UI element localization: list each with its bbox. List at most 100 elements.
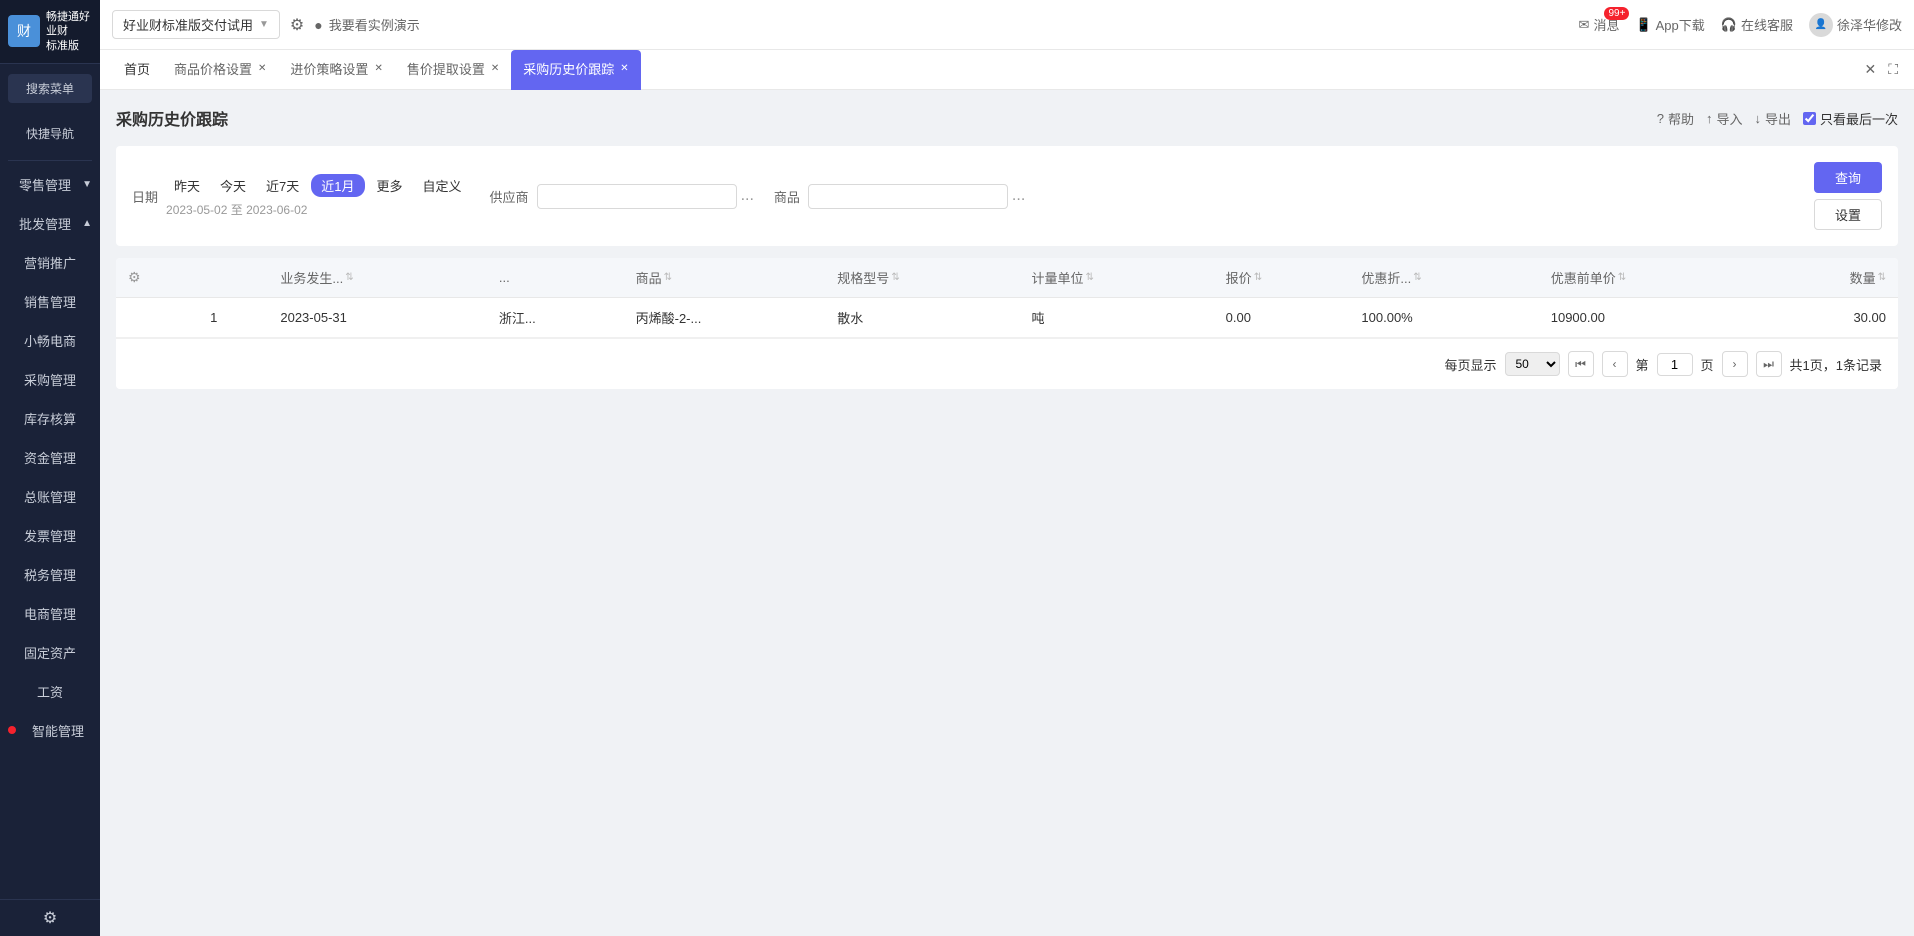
sidebar-item-ledger[interactable]: 总账管理	[0, 477, 100, 516]
app-logo-text: 畅捷通好业财 标准版	[46, 10, 92, 53]
prev-page-button[interactable]: ‹	[1602, 351, 1628, 377]
version-selector-label: 好业财标准版交付试用	[123, 15, 253, 34]
date-yesterday-btn[interactable]: 昨天	[166, 174, 208, 197]
user-menu[interactable]: 👤 徐泽华修改	[1809, 13, 1902, 37]
sort-unit-icon: ⇅	[1086, 272, 1094, 283]
next-page-button[interactable]: ›	[1722, 351, 1748, 377]
tab-close-icon[interactable]: ✕	[620, 63, 628, 74]
sidebar-item-marketing[interactable]: 营销推广	[0, 243, 100, 282]
supplier-input[interactable]	[537, 184, 737, 209]
date-custom-btn[interactable]: 自定义	[415, 174, 470, 197]
sidebar-item-finance[interactable]: 资金管理	[0, 438, 100, 477]
setting-button[interactable]: 设置	[1814, 199, 1882, 230]
column-settings-icon[interactable]: ⚙	[128, 269, 141, 285]
date-range-display: 2023-05-02 至 2023-06-02	[166, 201, 470, 218]
online-service-button[interactable]: 🎧 在线客服	[1721, 15, 1793, 34]
avatar: 👤	[1809, 13, 1833, 37]
query-button[interactable]: 查询	[1814, 162, 1882, 193]
supplier-dots[interactable]: ...	[741, 187, 754, 205]
sidebar-item-label: 资金管理	[8, 448, 92, 467]
last-page-button[interactable]: ⏭	[1756, 351, 1782, 377]
message-button[interactable]: ✉ 消息 99+	[1579, 15, 1620, 34]
help-button[interactable]: ? 帮助	[1657, 109, 1694, 128]
total-info: 共1页，1条记录	[1790, 355, 1882, 374]
product-dots[interactable]: ...	[1012, 187, 1025, 205]
supplier-filter-label: 供应商	[490, 187, 529, 206]
cell-product: 丙烯酸-2-...	[624, 298, 826, 338]
mobile-icon: 📱	[1635, 17, 1651, 33]
date-today-btn[interactable]: 今天	[212, 174, 254, 197]
tab-product-price[interactable]: 商品价格设置✕	[162, 50, 278, 90]
main-content: 好业财标准版交付试用 ▼ ⚙ ● 我要看实例演示 ✉ 消息 99+ 📱 App下…	[100, 0, 1914, 936]
sidebar-item-label: 营销推广	[8, 253, 92, 272]
app-logo: 财 畅捷通好业财 标准版	[0, 0, 100, 64]
tab-purchase-history[interactable]: 采购历史价跟踪 ✕	[511, 50, 640, 90]
export-icon: ↓	[1754, 111, 1761, 126]
sidebar-item-ecommerce[interactable]: 电商管理	[0, 594, 100, 633]
page-number-input[interactable]	[1657, 353, 1693, 376]
search-menu-button[interactable]: 搜索菜单	[8, 74, 92, 103]
sidebar-item-label: 发票管理	[8, 526, 92, 545]
last-only-checkbox-wrap[interactable]: 只看最后一次	[1803, 109, 1898, 128]
demo-button[interactable]: ● 我要看实例演示	[314, 15, 419, 34]
headset-icon: 🎧	[1721, 17, 1737, 33]
tab-home[interactable]: 首页	[112, 50, 162, 90]
sidebar-item-purchase[interactable]: 采购管理	[0, 360, 100, 399]
sidebar-item-inventory[interactable]: 库存核算	[0, 399, 100, 438]
date-more-btn[interactable]: 更多	[369, 174, 411, 197]
tab-close-icon[interactable]: ✕	[491, 63, 499, 74]
app-download-label: App下载	[1656, 15, 1705, 34]
import-button[interactable]: ↑ 导入	[1706, 109, 1743, 128]
tab-sale-price[interactable]: 售价提取设置 ✕	[395, 50, 511, 90]
col-seq	[198, 258, 268, 298]
col-discount: 优惠折...⇅	[1349, 258, 1538, 298]
export-label: 导出	[1765, 109, 1791, 128]
sidebar-item-wholesale[interactable]: 批发管理▲	[0, 204, 100, 243]
col-qty: 数量⇅	[1762, 258, 1898, 298]
tab-label: 采购历史价跟踪	[523, 59, 614, 78]
sidebar-item-sales[interactable]: 销售管理	[0, 282, 100, 321]
sidebar-item-tax[interactable]: 税务管理	[0, 555, 100, 594]
tabbar-actions: ✕ ⛶	[1860, 57, 1902, 82]
col-date: 业务发生...⇅	[268, 258, 487, 298]
page-suffix: 页	[1701, 355, 1714, 374]
col-more: ...	[487, 258, 624, 298]
sort-price-icon: ⇅	[1254, 272, 1262, 283]
last-only-checkbox[interactable]	[1803, 112, 1816, 125]
settings-icon[interactable]: ⚙	[290, 15, 304, 35]
cell-gear	[116, 298, 198, 338]
sidebar-item-assets[interactable]: 固定资产	[0, 633, 100, 672]
close-tab-button[interactable]: ✕	[1860, 57, 1880, 82]
tab-label: 售价提取设置	[407, 59, 485, 78]
sidebar-item-retail[interactable]: 零售管理▼	[0, 165, 100, 204]
import-icon: ↑	[1706, 111, 1713, 126]
sidebar-item-label: 工资	[8, 682, 92, 701]
tab-close-icon[interactable]: ✕	[374, 63, 382, 74]
sidebar-item-label: 采购管理	[8, 370, 92, 389]
page-label: 第	[1636, 355, 1649, 374]
app-download-button[interactable]: 📱 App下载	[1635, 15, 1704, 34]
first-page-button[interactable]: ⏮	[1568, 351, 1594, 377]
tab-purchase-strategy[interactable]: 进价策略设置✕	[278, 50, 394, 90]
product-input[interactable]	[808, 184, 1008, 209]
sidebar-item-ecommerce-small[interactable]: 小畅电商	[0, 321, 100, 360]
cell-date: 2023-05-31	[268, 298, 487, 338]
tab-close-icon[interactable]: ✕	[258, 63, 266, 74]
sidebar-item-smart[interactable]: 智能管理	[0, 711, 100, 750]
maximize-tab-button[interactable]: ⛶	[1884, 57, 1902, 82]
supplier-input-wrap: ...	[537, 184, 754, 209]
play-icon: ●	[314, 17, 322, 33]
per-page-select[interactable]: 50 100 200	[1505, 352, 1560, 376]
export-button[interactable]: ↓ 导出	[1754, 109, 1791, 128]
date-1month-btn[interactable]: 近1月	[311, 174, 364, 197]
sidebar-item-invoice[interactable]: 发票管理	[0, 516, 100, 555]
date-7days-btn[interactable]: 近7天	[258, 174, 307, 197]
data-table: ⚙ 业务发生...⇅ ... 商品⇅ 规格型号⇅ 计量单位⇅ 报价⇅ 优惠折..…	[116, 258, 1898, 338]
sidebar-divider-1	[8, 160, 92, 161]
quick-nav-button[interactable]: 快捷导航	[8, 117, 92, 150]
sidebar-gear-icon[interactable]: ⚙	[43, 908, 57, 928]
help-label: 帮助	[1668, 109, 1694, 128]
sidebar-search-area: 搜索菜单	[0, 64, 100, 113]
sidebar-item-salary[interactable]: 工资	[0, 672, 100, 711]
version-selector[interactable]: 好业财标准版交付试用 ▼	[112, 10, 280, 39]
